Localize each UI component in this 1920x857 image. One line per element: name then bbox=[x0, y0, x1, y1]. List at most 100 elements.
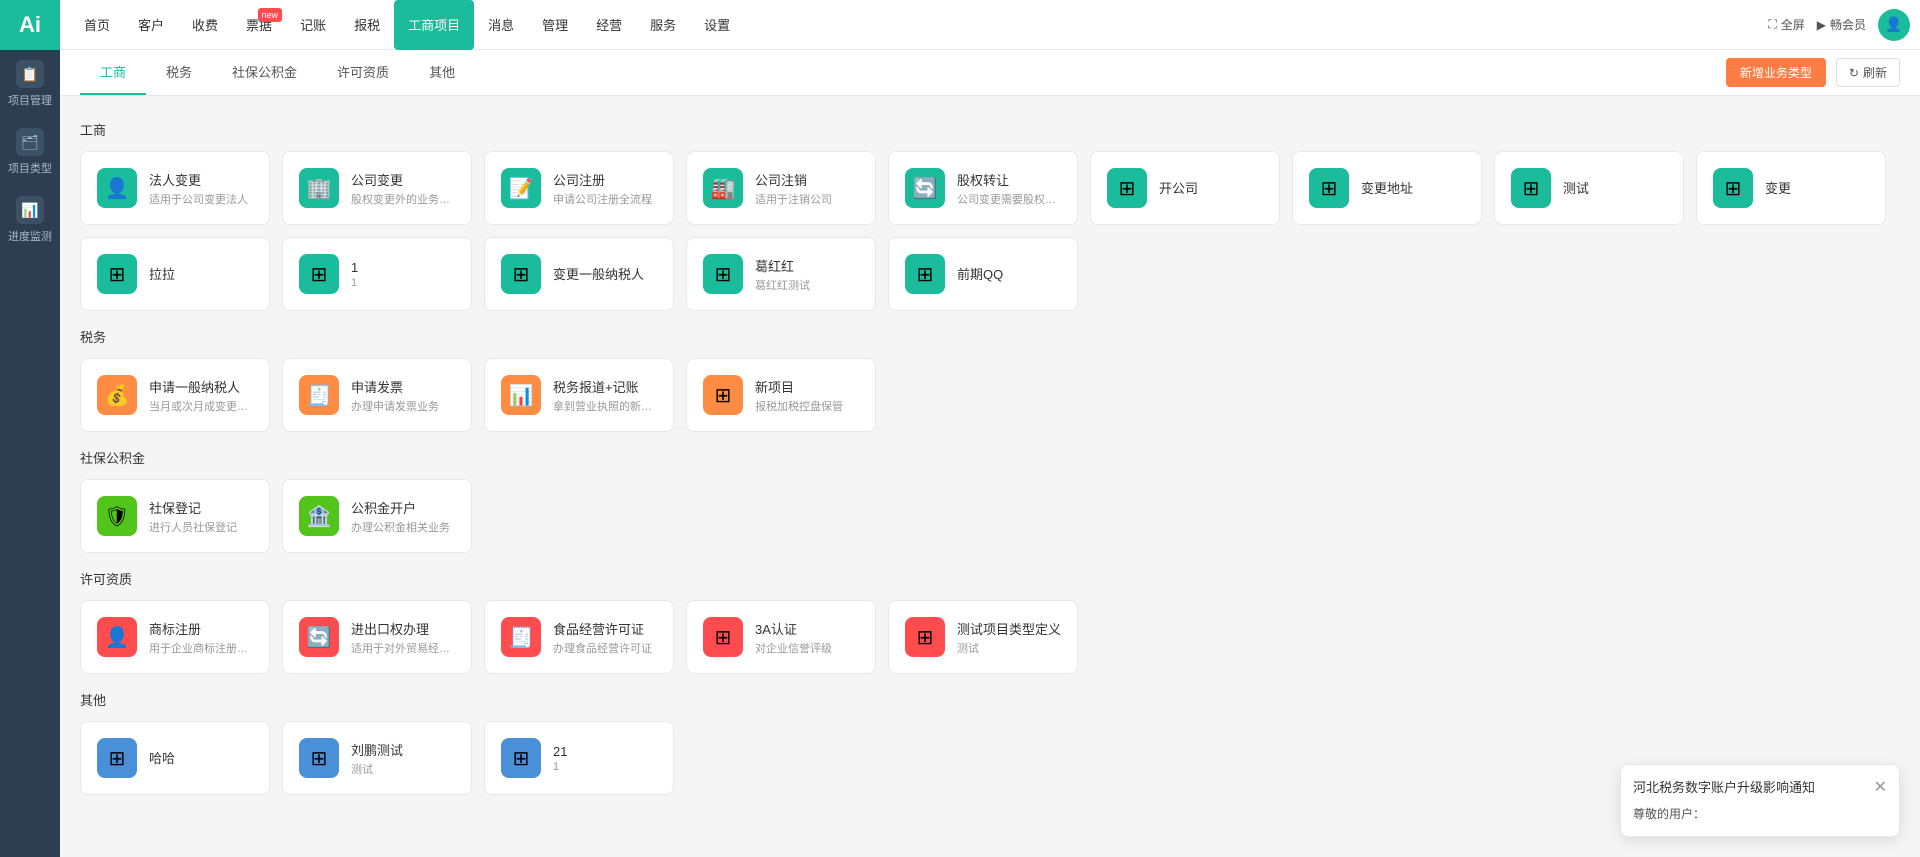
card-desc-company-cancel: 适用于注销公司 bbox=[755, 191, 859, 207]
card-icon-apply-taxpayer: 💰 bbox=[97, 375, 137, 415]
card-desc-fund-account: 办理公积金相关业务 bbox=[351, 519, 455, 535]
card-apply-taxpayer[interactable]: 💰 申请一般纳税人 当月或次月成变更完成 bbox=[80, 358, 270, 432]
sidebar-item-project-type[interactable]: 🗂 项目类型 bbox=[0, 118, 60, 186]
progress-monitor-icon: 📊 bbox=[16, 196, 44, 224]
sidebar-label-project-type: 项目类型 bbox=[8, 160, 52, 176]
card-desc-3a-cert: 对企业信誉评级 bbox=[755, 640, 859, 656]
nav-home[interactable]: 首页 bbox=[70, 0, 124, 50]
card-title-company-change: 公司变更 bbox=[351, 170, 455, 189]
nav-tax[interactable]: 报税 bbox=[340, 0, 394, 50]
card-change-taxpayer[interactable]: ⊞ 变更一般纳税人 bbox=[484, 237, 674, 311]
card-title-test-type-def: 测试项目类型定义 bbox=[957, 619, 1061, 638]
nav-billing[interactable]: 收费 bbox=[178, 0, 232, 50]
cards-grid-tax: 💰 申请一般纳税人 当月或次月成变更完成 🧾 申请发票 办理申请发票业务 bbox=[80, 358, 1900, 432]
card-fund-account[interactable]: 🏦 公积金开户 办理公积金相关业务 bbox=[282, 479, 472, 553]
card-title-liupeng-test: 刘鹏测试 bbox=[351, 740, 455, 759]
card-tax-report-account[interactable]: 📊 税务报道+记账 拿到营业执照的新公司 bbox=[484, 358, 674, 432]
cards-grid-industry: 👤 法人变更 适用于公司变更法人 🏢 公司变更 股权变更外的业务变更 bbox=[80, 151, 1900, 311]
card-haha[interactable]: ⊞ 哈哈 bbox=[80, 721, 270, 795]
section-tax: 税务 💰 申请一般纳税人 当月或次月成变更完成 🧾 bbox=[80, 327, 1900, 432]
card-legal-change[interactable]: 👤 法人变更 适用于公司变更法人 bbox=[80, 151, 270, 225]
card-icon-legal-change: 👤 bbox=[97, 168, 137, 208]
fullscreen-icon: ⛶ bbox=[1768, 17, 1776, 32]
nav-message[interactable]: 消息 bbox=[474, 0, 528, 50]
card-icon-food-license: 🧾 bbox=[501, 617, 541, 657]
tab-license[interactable]: 许可资质 bbox=[317, 50, 409, 95]
card-title-open-company: 开公司 bbox=[1159, 178, 1263, 197]
card-ge-hong-hong[interactable]: ⊞ 葛红红 葛红红测试 bbox=[686, 237, 876, 311]
fullscreen-btn[interactable]: ⛶ 全屏 bbox=[1768, 16, 1804, 33]
card-title-one: 1 bbox=[351, 260, 455, 275]
card-new-project[interactable]: ⊞ 新项目 报税加税控盘保管 bbox=[686, 358, 876, 432]
sidebar-item-progress-monitor[interactable]: 📊 进度监测 bbox=[0, 186, 60, 254]
card-desc-social-reg: 进行人员社保登记 bbox=[149, 519, 253, 535]
nav-settings[interactable]: 设置 bbox=[690, 0, 744, 50]
card-social-reg[interactable]: 🛡 社保登记 进行人员社保登记 bbox=[80, 479, 270, 553]
card-icon-change: ⊞ bbox=[1713, 168, 1753, 208]
card-one[interactable]: ⊞ 1 1 bbox=[282, 237, 472, 311]
nav-service[interactable]: 服务 bbox=[636, 0, 690, 50]
tab-other[interactable]: 其他 bbox=[409, 50, 475, 95]
card-import-export[interactable]: 🔄 进出口权办理 适用于对外贸易经营者 bbox=[282, 600, 472, 674]
card-company-cancel[interactable]: 🏭 公司注销 适用于注销公司 bbox=[686, 151, 876, 225]
notification-title: 河北税务数字账户升级影响通知 bbox=[1633, 777, 1815, 796]
section-title-social: 社保公积金 bbox=[80, 448, 1900, 467]
card-company-reg[interactable]: 📝 公司注册 申请公司注册全流程 bbox=[484, 151, 674, 225]
card-icon-haha: ⊞ bbox=[97, 738, 137, 778]
card-icon-new-project: ⊞ bbox=[703, 375, 743, 415]
user-avatar[interactable]: 👤 bbox=[1878, 9, 1910, 41]
tab-tax[interactable]: 税务 bbox=[146, 50, 212, 95]
refresh-button[interactable]: ↻ 刷新 bbox=[1836, 58, 1900, 87]
notification-close-button[interactable]: ✕ bbox=[1874, 777, 1887, 797]
logo-text: Ai bbox=[19, 12, 41, 38]
card-equity-transfer[interactable]: 🔄 股权转让 公司变更需要股权转让 bbox=[888, 151, 1078, 225]
nav-account[interactable]: 记账 bbox=[286, 0, 340, 50]
main-scroll[interactable]: 工商 👤 法人变更 适用于公司变更法人 🏢 公司变 bbox=[60, 96, 1920, 857]
card-icon-company-reg: 📝 bbox=[501, 168, 541, 208]
section-title-tax: 税务 bbox=[80, 327, 1900, 346]
nav-right: ⛶ 全屏 ▶ 畅会员 👤 bbox=[1768, 9, 1910, 41]
section-title-license: 许可资质 bbox=[80, 569, 1900, 588]
nav-industry[interactable]: 工商项目 bbox=[394, 0, 474, 50]
card-3a-cert[interactable]: ⊞ 3A认证 对企业信誉评级 bbox=[686, 600, 876, 674]
card-icon-liupeng-test: ⊞ bbox=[299, 738, 339, 778]
card-desc-ge-hong-hong: 葛红红测试 bbox=[755, 277, 859, 293]
card-title-haha: 哈哈 bbox=[149, 748, 253, 767]
card-title-equity-transfer: 股权转让 bbox=[957, 170, 1061, 189]
card-twenty-one[interactable]: ⊞ 21 1 bbox=[484, 721, 674, 795]
card-prev-qq[interactable]: ⊞ 前期QQ bbox=[888, 237, 1078, 311]
card-test-type-def[interactable]: ⊞ 测试项目类型定义 测试 bbox=[888, 600, 1078, 674]
card-desc-equity-transfer: 公司变更需要股权转让 bbox=[957, 191, 1061, 207]
notification-body: 尊敬的用户： bbox=[1633, 805, 1887, 824]
card-open-company[interactable]: ⊞ 开公司 bbox=[1090, 151, 1280, 225]
tab-social[interactable]: 社保公积金 bbox=[212, 50, 317, 95]
card-desc-import-export: 适用于对外贸易经营者 bbox=[351, 640, 455, 656]
sidebar-label-project-mgmt: 项目管理 bbox=[8, 92, 52, 108]
sidebar: Ai 📋 项目管理 🗂 项目类型 📊 进度监测 bbox=[0, 0, 60, 857]
cards-grid-social: 🛡 社保登记 进行人员社保登记 🏦 公积金开户 办理公积金相关业务 bbox=[80, 479, 1900, 553]
card-icon-import-export: 🔄 bbox=[299, 617, 339, 657]
card-change-address[interactable]: ⊞ 变更地址 bbox=[1292, 151, 1482, 225]
nav-client[interactable]: 客户 bbox=[124, 0, 178, 50]
card-apply-invoice[interactable]: 🧾 申请发票 办理申请发票业务 bbox=[282, 358, 472, 432]
tab-industry[interactable]: 工商 bbox=[80, 50, 146, 95]
card-trademark-reg[interactable]: 👤 商标注册 用于企业商标注册服务 bbox=[80, 600, 270, 674]
card-test[interactable]: ⊞ 测试 bbox=[1494, 151, 1684, 225]
card-icon-change-address: ⊞ bbox=[1309, 168, 1349, 208]
card-lala[interactable]: ⊞ 拉拉 bbox=[80, 237, 270, 311]
nav-management[interactable]: 管理 bbox=[528, 0, 582, 50]
card-title-apply-invoice: 申请发票 bbox=[351, 377, 455, 396]
card-company-change[interactable]: 🏢 公司变更 股权变更外的业务变更 bbox=[282, 151, 472, 225]
new-type-button[interactable]: 新增业务类型 bbox=[1726, 58, 1826, 87]
card-desc-food-license: 办理食品经营许可证 bbox=[553, 640, 657, 656]
card-liupeng-test[interactable]: ⊞ 刘鹏测试 测试 bbox=[282, 721, 472, 795]
nav-ticket[interactable]: 票据 new bbox=[232, 0, 286, 50]
card-desc-twenty-one: 1 bbox=[553, 761, 657, 773]
card-icon-change-taxpayer: ⊞ bbox=[501, 254, 541, 294]
card-food-license[interactable]: 🧾 食品经营许可证 办理食品经营许可证 bbox=[484, 600, 674, 674]
sidebar-item-project-mgmt[interactable]: 📋 项目管理 bbox=[0, 50, 60, 118]
card-change[interactable]: ⊞ 变更 bbox=[1696, 151, 1886, 225]
nav-operation[interactable]: 经营 bbox=[582, 0, 636, 50]
card-desc-company-change: 股权变更外的业务变更 bbox=[351, 191, 455, 207]
vip-btn[interactable]: ▶ 畅会员 bbox=[1817, 16, 1866, 33]
